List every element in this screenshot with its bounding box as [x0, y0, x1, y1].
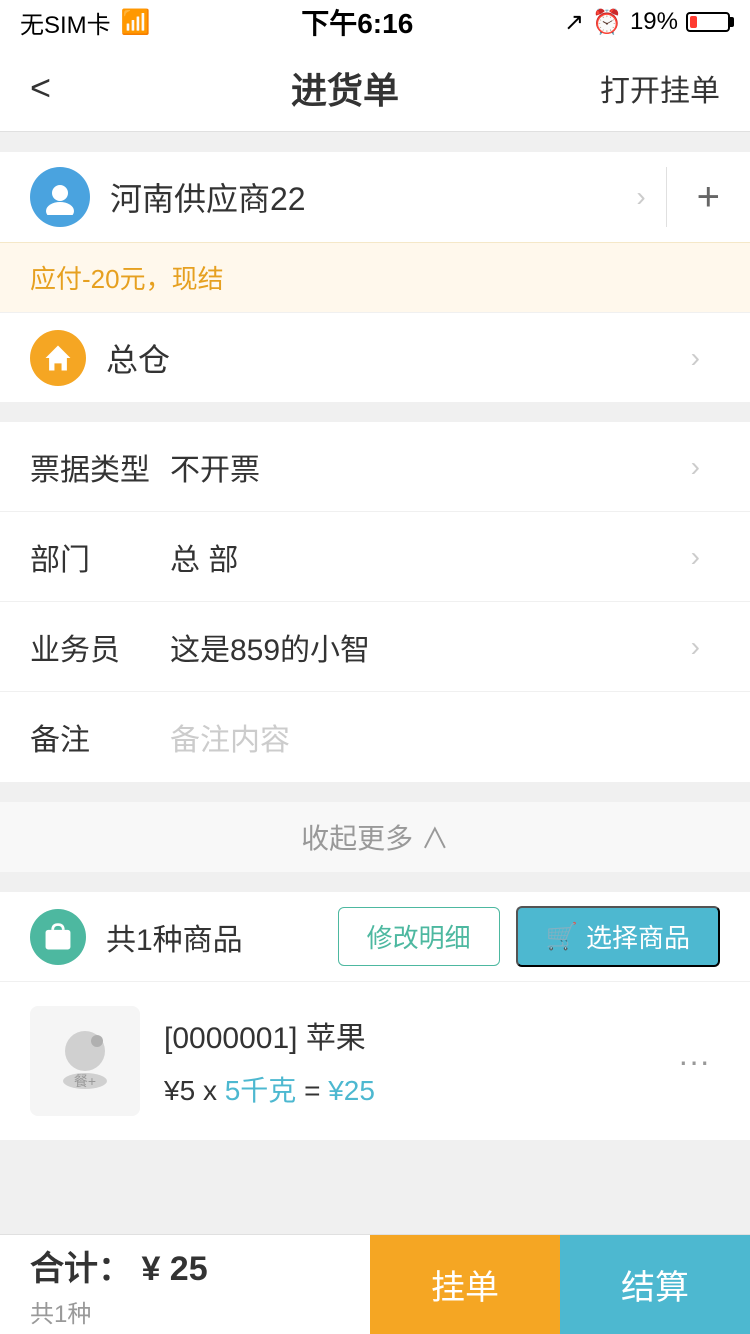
notice-banner: 应付-20元，现结 [0, 242, 750, 312]
product-name: [0000001] 苹果 [164, 1013, 668, 1057]
product-header: 共1种商品 修改明细 🛒 选择商品 [0, 892, 750, 982]
total-amount: 合计： ¥ 25 [30, 1241, 340, 1290]
carrier-label: 无SIM卡 [20, 5, 111, 40]
ticket-type-label: 票据类型 [30, 445, 170, 489]
remark-row[interactable]: 备注 备注内容 [0, 692, 750, 782]
department-value: 总 部 [170, 535, 691, 579]
warehouse-section[interactable]: 总仓 › [0, 312, 750, 402]
total-section: 合计： ¥ 25 共1种 [0, 1241, 370, 1329]
salesperson-value: 这是859的小智 [170, 625, 691, 669]
remark-label: 备注 [30, 715, 170, 759]
ticket-chevron-icon: › [691, 451, 700, 483]
department-row[interactable]: 部门 总 部 › [0, 512, 750, 602]
collapse-button[interactable]: 收起更多 ∧ [0, 802, 750, 872]
back-button[interactable]: < [30, 67, 90, 109]
warehouse-name: 总仓 [106, 335, 691, 381]
battery-percent: 19% [630, 8, 678, 36]
wifi-icon: 📶 [121, 8, 151, 37]
status-right: ↗ ⏰ 19% [564, 8, 730, 37]
department-chevron-icon: › [691, 541, 700, 573]
add-button[interactable]: + [666, 167, 720, 227]
supplier-row[interactable]: 河南供应商22 › + [0, 152, 750, 242]
time-label: 下午6:16 [301, 2, 413, 42]
location-icon: ↗ [564, 8, 584, 37]
ticket-type-row[interactable]: 票据类型 不开票 › [0, 422, 750, 512]
salesperson-row[interactable]: 业务员 这是859的小智 › [0, 602, 750, 692]
battery-icon [686, 12, 730, 32]
home-icon [42, 342, 74, 374]
warehouse-chevron-icon: › [691, 342, 700, 374]
supplier-section: 河南供应商22 › + 应付-20元，现结 [0, 152, 750, 312]
department-label: 部门 [30, 535, 170, 579]
product-price: ¥5 x 5千克 = ¥25 [164, 1069, 668, 1109]
select-product-button[interactable]: 🛒 选择商品 [516, 906, 720, 967]
remark-input[interactable]: 备注内容 [170, 715, 720, 759]
salesperson-label: 业务员 [30, 625, 170, 669]
product-thumb-image: 餐+ [45, 1021, 125, 1101]
product-item: 餐+ [0000001] 苹果 ¥5 x 5千克 = ¥25 ··· [0, 982, 750, 1140]
open-hang-button[interactable]: 打开挂单 [600, 66, 720, 110]
product-icon [30, 909, 86, 965]
shopping-icon [42, 921, 74, 953]
page-title: 进货单 [291, 62, 399, 114]
nav-bar: < 进货单 打开挂单 [0, 44, 750, 132]
status-left: 无SIM卡 📶 [20, 5, 151, 40]
edit-detail-button[interactable]: 修改明细 [338, 907, 500, 966]
select-btn-label: 选择商品 [586, 918, 690, 955]
status-bar: 无SIM卡 📶 下午6:16 ↗ ⏰ 19% [0, 0, 750, 44]
supplier-avatar [30, 167, 90, 227]
supplier-name: 河南供应商22 [110, 174, 636, 220]
product-thumbnail: 餐+ [30, 1006, 140, 1116]
product-count: 共1种商品 [106, 915, 338, 959]
salesperson-chevron-icon: › [691, 631, 700, 663]
bottom-bar: 合计： ¥ 25 共1种 挂单 结算 [0, 1234, 750, 1334]
user-icon [42, 179, 78, 215]
form-section: 票据类型 不开票 › 部门 总 部 › 业务员 这是859的小智 › 备注 备注… [0, 422, 750, 782]
product-info: [0000001] 苹果 ¥5 x 5千克 = ¥25 [164, 1013, 668, 1109]
chevron-right-icon: › [636, 181, 645, 213]
hang-button[interactable]: 挂单 [370, 1235, 560, 1334]
svg-text:餐+: 餐+ [74, 1073, 96, 1089]
cart-icon: 🛒 [546, 921, 578, 952]
total-sub-label: 共1种 [30, 1294, 340, 1329]
total-label: 合计： [30, 1250, 132, 1288]
divider-top [0, 132, 750, 152]
checkout-button[interactable]: 结算 [560, 1235, 750, 1334]
product-more-button[interactable]: ··· [668, 1033, 720, 1090]
warehouse-icon [30, 330, 86, 386]
ticket-type-value: 不开票 [170, 445, 691, 489]
alarm-icon: ⏰ [592, 8, 622, 37]
total-value: ¥ 25 [141, 1250, 207, 1288]
product-section: 共1种商品 修改明细 🛒 选择商品 餐+ [0000001] 苹果 ¥5 [0, 892, 750, 1140]
